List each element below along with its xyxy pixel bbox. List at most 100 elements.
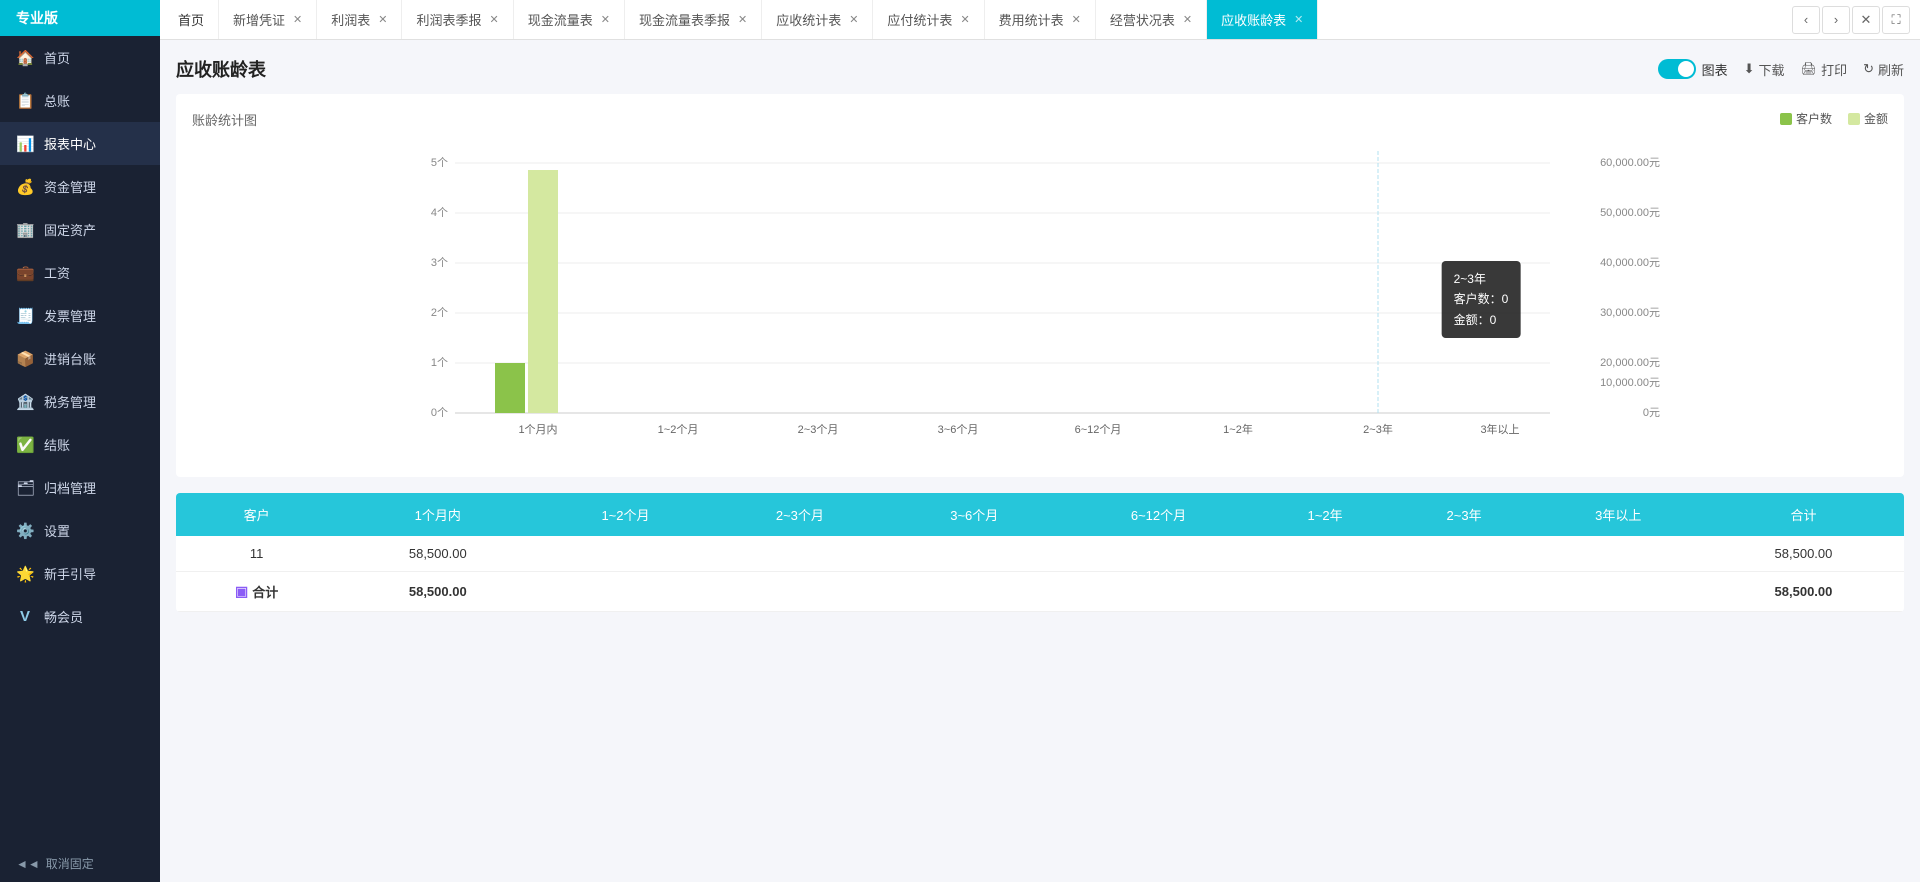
sidebar-item-guide[interactable]: 🌟 新手引导 [0,552,160,595]
tab-label: 利润表季报 [416,10,481,29]
col-header-m1: 1个月内 [337,493,538,536]
total-m36 [887,572,1061,612]
col-header-y23: 2~3年 [1395,493,1534,536]
tab-profit[interactable]: 利润表 ✕ [317,0,402,40]
sidebar: 专业版 🏠 首页 📋 总账 📊 报表中心 💰 资金管理 🏢 固定资产 💼 工资 … [0,0,160,882]
svg-text:0个: 0个 [431,406,448,419]
legend-amount: 金额 [1848,110,1888,127]
sidebar-item-label: 畅会员 [44,607,83,626]
cell-y12 [1256,536,1395,572]
cell-m36 [887,536,1061,572]
tab-ap-stats[interactable]: 应付统计表 ✕ [873,0,984,40]
tab-home[interactable]: 首页 [164,0,219,40]
tab-actions: ‹ › ✕ ⛶ [1786,6,1916,34]
sidebar-item-archive[interactable]: 🗂 归档管理 [0,466,160,509]
chart-toggle[interactable]: 图表 [1658,59,1728,79]
tab-label: 现金流量表 [528,10,593,29]
table-row: 11 58,500.00 58,500.00 [176,536,1904,572]
cell-m1: 58,500.00 [337,536,538,572]
sidebar-item-ledger[interactable]: 📋 总账 [0,79,160,122]
tab-label: 应付统计表 [887,10,952,29]
legend-customer-label: 客户数 [1796,110,1832,127]
col-header-customer: 客户 [176,493,337,536]
svg-text:1~2年: 1~2年 [1223,422,1253,436]
download-button[interactable]: ⬇ 下载 [1744,60,1785,79]
page-title: 应收账龄表 [176,56,266,82]
col-header-m23: 2~3个月 [713,493,887,536]
sidebar-item-label: 税务管理 [44,392,96,411]
salary-icon: 💼 [16,264,34,282]
tab-close-icon[interactable]: ✕ [1072,13,1081,26]
tab-close-icon[interactable]: ✕ [601,13,610,26]
archive-icon: 🗂 [16,479,34,497]
tab-close-icon[interactable]: ✕ [490,13,499,26]
tab-ar-aging[interactable]: 应收账龄表 ✕ [1207,0,1318,40]
bar-amount-0[interactable] [528,170,558,413]
tab-cashflow[interactable]: 现金流量表 ✕ [514,0,625,40]
tab-label: 应收统计表 [776,10,841,29]
refresh-button[interactable]: ↻ 刷新 [1863,60,1904,79]
home-icon: 🏠 [16,49,34,67]
tab-close-icon[interactable]: ✕ [378,13,387,26]
invoice-icon: 🧾 [16,307,34,325]
member-icon: V [16,608,34,625]
svg-text:4个: 4个 [431,206,448,219]
sidebar-item-label: 首页 [44,48,70,67]
refresh-icon: ↻ [1863,61,1874,77]
tab-close-icon[interactable]: ✕ [1294,13,1303,26]
tab-close-icon[interactable]: ✕ [960,13,969,26]
svg-text:50,000.00元: 50,000.00元 [1600,207,1660,219]
sidebar-collapse-button[interactable]: ◄◄ 取消固定 [0,845,160,882]
sidebar-item-salary[interactable]: 💼 工资 [0,251,160,294]
col-header-m12: 1~2个月 [538,493,712,536]
tab-close-all-button[interactable]: ✕ [1852,6,1880,34]
sidebar-item-home[interactable]: 🏠 首页 [0,36,160,79]
tab-next-button[interactable]: › [1822,6,1850,34]
sidebar-item-invoice[interactable]: 🧾 发票管理 [0,294,160,337]
legend-amount-label: 金额 [1864,110,1888,127]
tab-close-icon[interactable]: ✕ [1183,13,1192,26]
tab-business-status[interactable]: 经营状况表 ✕ [1096,0,1207,40]
tab-close-icon[interactable]: ✕ [293,13,302,26]
tab-label: 经营状况表 [1110,10,1175,29]
total-m23 [713,572,887,612]
tab-label: 新增凭证 [233,10,285,29]
tab-profit-quarterly[interactable]: 利润表季报 ✕ [402,0,513,40]
tab-close-icon[interactable]: ✕ [738,13,747,26]
download-label: 下载 [1759,60,1785,79]
print-label: 打印 [1821,60,1847,79]
print-button[interactable]: 🖨 打印 [1801,60,1848,79]
tab-fullscreen-button[interactable]: ⛶ [1882,6,1910,34]
sidebar-item-settings[interactable]: ⚙️ 设置 [0,509,160,552]
tab-new-voucher[interactable]: 新增凭证 ✕ [219,0,317,40]
page-header: 应收账龄表 图表 ⬇ 下载 🖨 打印 ↻ 刷新 [176,56,1904,82]
sidebar-item-assets[interactable]: 🏢 固定资产 [0,208,160,251]
sidebar-item-close-account[interactable]: ✅ 结账 [0,423,160,466]
sidebar-item-tax[interactable]: 🏦 税务管理 [0,380,160,423]
total-icon: ▣ [235,583,248,600]
cell-y23 [1395,536,1534,572]
sidebar-logo: 专业版 [0,0,160,36]
svg-text:6~12个月: 6~12个月 [1075,423,1122,436]
legend-customer: 客户数 [1780,110,1832,127]
svg-text:20,000.00元: 20,000.00元 [1600,357,1660,369]
bar-customer-0[interactable] [495,363,525,413]
settings-icon: ⚙️ [16,522,34,540]
tab-prev-button[interactable]: ‹ [1792,6,1820,34]
tab-expense-stats[interactable]: 费用统计表 ✕ [985,0,1096,40]
tab-close-icon[interactable]: ✕ [849,13,858,26]
sidebar-item-label: 总账 [44,91,70,110]
cell-m612 [1061,536,1255,572]
col-header-m36: 3~6个月 [887,493,1061,536]
sidebar-item-reports[interactable]: 📊 报表中心 [0,122,160,165]
sidebar-item-funds[interactable]: 💰 资金管理 [0,165,160,208]
sidebar-item-member[interactable]: V 畅会员 [0,595,160,638]
toggle-track[interactable] [1658,59,1696,79]
refresh-label: 刷新 [1878,60,1904,79]
svg-text:0元: 0元 [1643,407,1660,419]
tab-ar-stats[interactable]: 应收统计表 ✕ [762,0,873,40]
download-icon: ⬇ [1744,61,1755,77]
col-header-m612: 6~12个月 [1061,493,1255,536]
tab-cashflow-quarterly[interactable]: 现金流量表季报 ✕ [625,0,762,40]
sidebar-item-inventory[interactable]: 📦 进销台账 [0,337,160,380]
